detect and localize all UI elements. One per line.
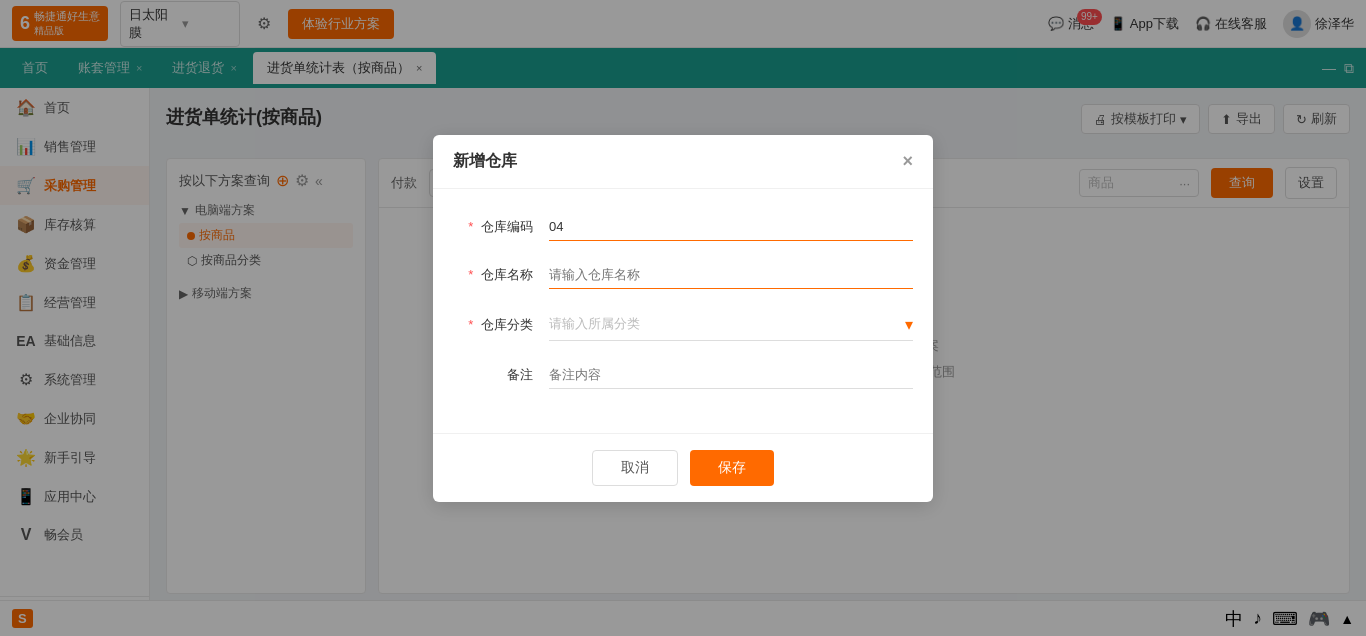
required-mark: * — [468, 317, 473, 332]
warehouse-code-row: * 仓库编码 — [453, 213, 913, 241]
warehouse-code-label: * 仓库编码 — [453, 218, 533, 236]
warehouse-remark-row: 备注 — [453, 361, 913, 389]
chevron-down-icon: ▾ — [905, 315, 913, 334]
required-mark: * — [468, 219, 473, 234]
warehouse-code-input[interactable] — [549, 213, 913, 241]
modal-title: 新增仓库 — [453, 151, 517, 172]
modal-header: 新增仓库 × — [433, 135, 933, 189]
save-button[interactable]: 保存 — [690, 450, 774, 486]
close-icon[interactable]: × — [902, 151, 913, 172]
warehouse-remark-input[interactable] — [549, 361, 913, 389]
modal-body: * 仓库编码 * 仓库名称 * 仓库分类 请输入所属 — [433, 189, 933, 433]
required-mark: * — [468, 267, 473, 282]
warehouse-category-label: * 仓库分类 — [453, 316, 533, 334]
warehouse-category-row: * 仓库分类 请输入所属分类 ▾ — [453, 309, 913, 341]
warehouse-name-input[interactable] — [549, 261, 913, 289]
warehouse-name-label: * 仓库名称 — [453, 266, 533, 284]
warehouse-remark-label: 备注 — [453, 366, 533, 384]
cancel-button[interactable]: 取消 — [592, 450, 678, 486]
warehouse-category-select[interactable]: 请输入所属分类 ▾ — [549, 309, 913, 341]
warehouse-name-row: * 仓库名称 — [453, 261, 913, 289]
new-warehouse-modal: 新增仓库 × * 仓库编码 * 仓库名称 — [433, 135, 933, 502]
modal-footer: 取消 保存 — [433, 433, 933, 502]
modal-overlay[interactable]: 新增仓库 × * 仓库编码 * 仓库名称 — [0, 0, 1366, 636]
